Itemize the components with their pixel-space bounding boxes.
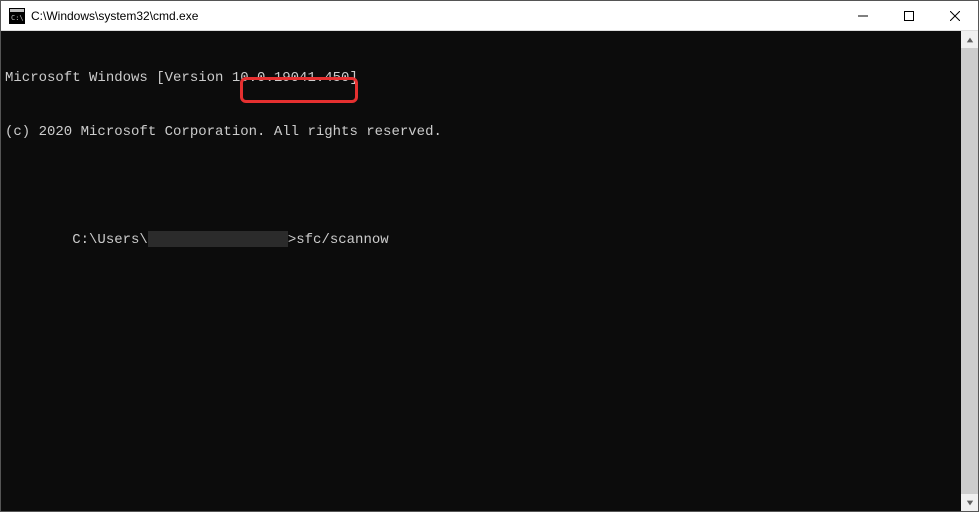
- titlebar: C:\ C:\Windows\system32\cmd.exe: [1, 1, 978, 31]
- terminal[interactable]: Microsoft Windows [Version 10.0.19041.45…: [1, 31, 961, 511]
- scroll-thumb[interactable]: [961, 48, 978, 494]
- vertical-scrollbar[interactable]: [961, 31, 978, 511]
- prompt-prefix: C:\Users\: [72, 232, 148, 248]
- window-controls: [840, 1, 978, 30]
- prompt-suffix: >: [288, 232, 296, 248]
- cmd-window: C:\ C:\Windows\system32\cmd.exe Microsof…: [0, 0, 979, 512]
- close-button[interactable]: [932, 1, 978, 30]
- terminal-line-copyright: (c) 2020 Microsoft Corporation. All righ…: [5, 123, 957, 141]
- command-text: sfc/scannow: [296, 232, 388, 248]
- scroll-up-button[interactable]: [961, 31, 978, 48]
- minimize-button[interactable]: [840, 1, 886, 30]
- redacted-username: [148, 231, 288, 247]
- window-title: C:\Windows\system32\cmd.exe: [31, 9, 840, 23]
- cmd-icon: C:\: [9, 8, 25, 24]
- scroll-down-button[interactable]: [961, 494, 978, 511]
- terminal-prompt-line: C:\Users\ >sfc/scannow: [5, 213, 957, 267]
- terminal-area: Microsoft Windows [Version 10.0.19041.45…: [1, 31, 978, 511]
- svg-text:C:\: C:\: [11, 14, 24, 22]
- terminal-line-version: Microsoft Windows [Version 10.0.19041.45…: [5, 69, 957, 87]
- maximize-button[interactable]: [886, 1, 932, 30]
- scroll-track[interactable]: [961, 48, 978, 494]
